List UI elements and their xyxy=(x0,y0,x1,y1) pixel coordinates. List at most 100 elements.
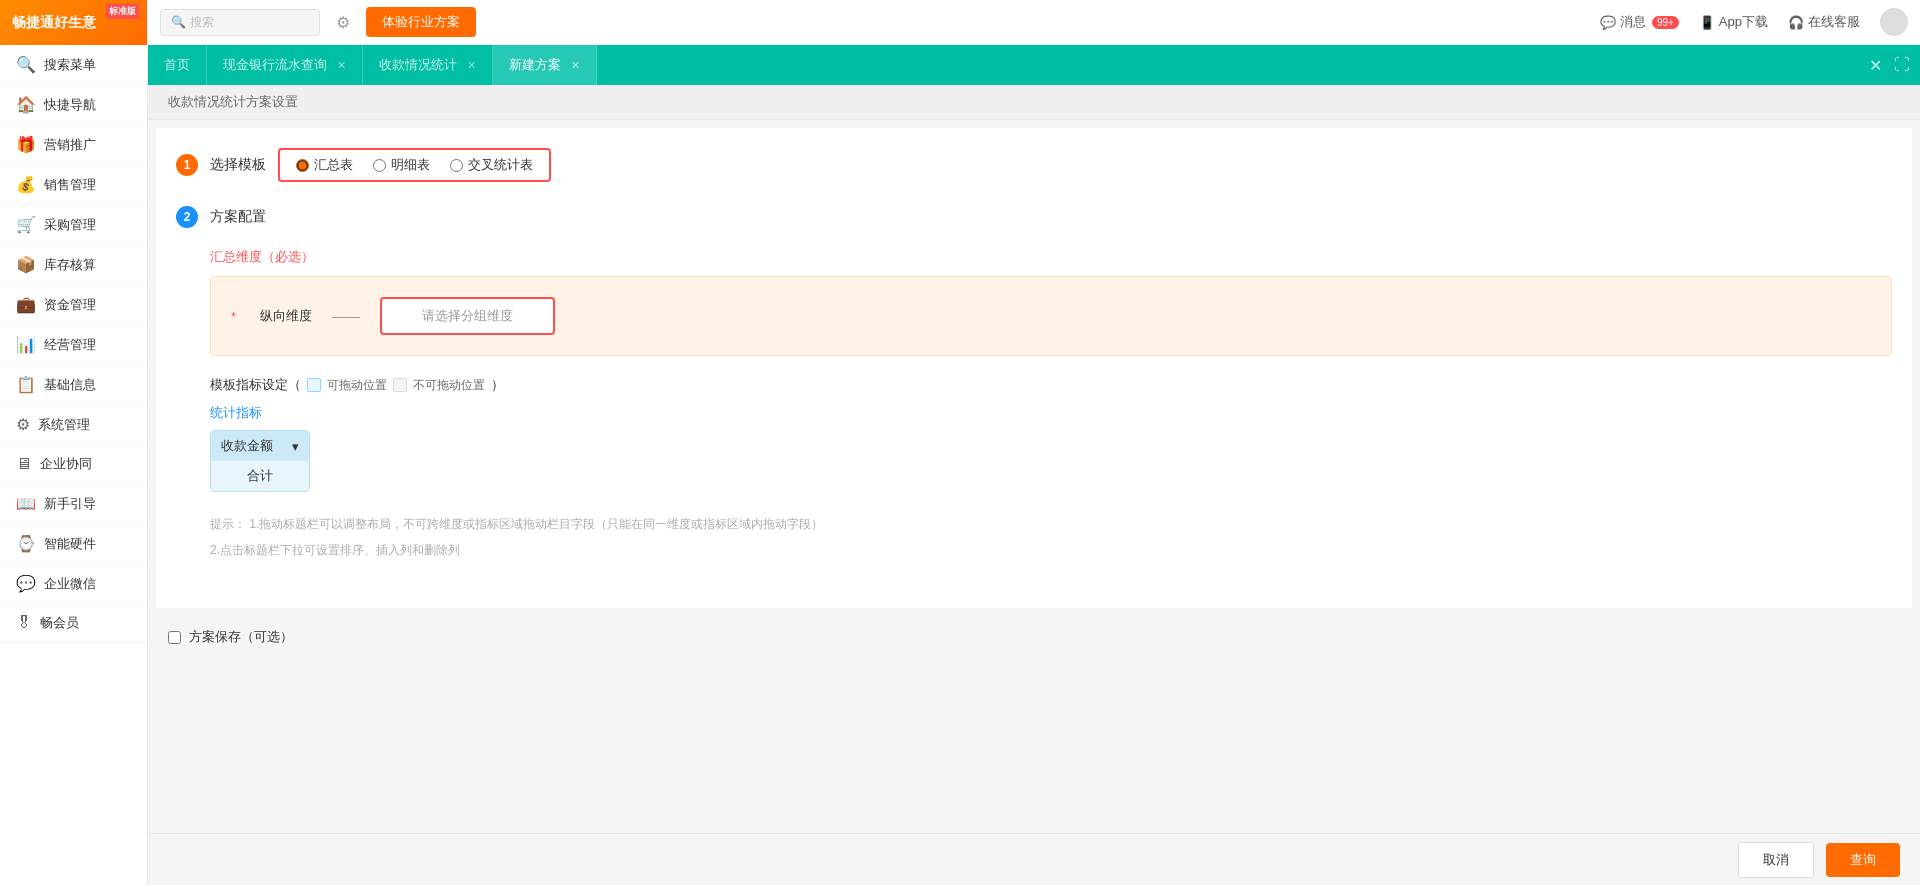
save-row: 方案保存（可选） xyxy=(148,616,1920,658)
sidebar-logo: 畅捷通好生意 标准版 xyxy=(0,0,147,45)
settings-icon[interactable]: ⚙ xyxy=(336,13,350,32)
tab-label-new-plan: 新建方案 xyxy=(509,56,561,74)
tab-home[interactable]: 首页 xyxy=(148,45,207,85)
search-box[interactable]: 🔍 搜索 xyxy=(160,9,320,36)
indicator-card-body: 合计 xyxy=(211,461,309,491)
topbar-right: 💬 消息 99+ 📱 App下载 🎧 在线客服 xyxy=(1600,8,1908,36)
message-label: 消息 xyxy=(1620,13,1646,31)
message-icon: 💬 xyxy=(1600,15,1616,30)
fixed-legend-dot xyxy=(393,378,407,392)
stat-indicators-area: 统计指标 收款金额 ▾ 合计 xyxy=(210,404,1892,492)
topbar: 🔍 搜索 ⚙ 体验行业方案 💬 消息 99+ 📱 App下载 🎧 在线客服 xyxy=(148,0,1920,45)
sidebar-item-label: 营销推广 xyxy=(44,136,96,154)
search-menu-icon: 🔍 xyxy=(16,55,36,74)
sidebar-item-guide[interactable]: 📖新手引导 xyxy=(0,484,147,524)
capital-icon: 💼 xyxy=(16,295,36,314)
maximize-icon[interactable]: ⛶ xyxy=(1894,56,1910,74)
stat-indicators-label: 统计指标 xyxy=(210,404,1892,422)
tab-label-bank-flow: 现金银行流水查询 xyxy=(223,56,327,74)
hint-text: 提示： 1.拖动标题栏可以调整布局，不可跨维度或指标区域拖动栏目字段（只能在同一… xyxy=(210,512,1892,536)
sidebar-item-label: 资金管理 xyxy=(44,296,96,314)
tab-bank-flow[interactable]: 现金银行流水查询 ✕ xyxy=(207,45,363,85)
app-download-btn[interactable]: 📱 App下载 xyxy=(1699,13,1768,31)
wechat-icon: 💬 xyxy=(16,574,36,593)
save-checkbox[interactable] xyxy=(168,631,181,644)
sidebar-item-label: 系统管理 xyxy=(38,416,90,434)
support-icon: 🎧 xyxy=(1788,15,1804,30)
radio-detail[interactable]: 明细表 xyxy=(373,156,430,174)
page-title: 收款情况统计方案设置 xyxy=(148,85,1920,120)
sales-icon: 💰 xyxy=(16,175,36,194)
inventory-icon: 📦 xyxy=(16,255,36,274)
sidebar-item-label: 经营管理 xyxy=(44,336,96,354)
system-icon: ⚙ xyxy=(16,415,30,434)
sidebar-item-purchase[interactable]: 🛒采购管理 xyxy=(0,205,147,245)
indicator-legend-row: 模板指标设定（ 可拖动位置 不可拖动位置 ） xyxy=(210,376,1892,394)
step1-label: 选择模板 xyxy=(210,156,266,174)
tab-new-plan[interactable]: 新建方案 ✕ xyxy=(493,45,597,85)
radio-label-detail: 明细表 xyxy=(391,156,430,174)
sidebar-item-member[interactable]: 🎖畅会员 xyxy=(0,604,147,643)
sidebar-item-label: 销售管理 xyxy=(44,176,96,194)
query-button[interactable]: 查询 xyxy=(1826,843,1900,877)
tab-receipt-stat[interactable]: 收款情况统计 ✕ xyxy=(363,45,493,85)
sidebar-item-label: 智能硬件 xyxy=(44,535,96,553)
user-avatar[interactable] xyxy=(1880,8,1908,36)
smart-hw-icon: ⌚ xyxy=(16,534,36,553)
radio-input-summary[interactable] xyxy=(296,159,309,172)
sidebar-item-label: 快捷导航 xyxy=(44,96,96,114)
radio-label-summary: 汇总表 xyxy=(314,156,353,174)
dimension-select[interactable]: 请选择分组维度 xyxy=(380,297,555,335)
app-label: App下载 xyxy=(1719,13,1768,31)
sidebar-item-label: 企业协同 xyxy=(40,455,92,473)
indicator-name: 收款金额 xyxy=(221,437,273,455)
sidebar-item-inventory[interactable]: 📦 库存核算 xyxy=(0,245,147,285)
industry-btn[interactable]: 体验行业方案 xyxy=(366,7,476,37)
step2-header: 2 方案配置 xyxy=(176,206,266,228)
sidebar-item-wechat[interactable]: 💬企业微信 xyxy=(0,564,147,604)
sidebar-item-basic-info[interactable]: 📋基础信息 xyxy=(0,365,147,405)
tab-close-receipt-stat[interactable]: ✕ xyxy=(467,59,476,72)
quick-nav-icon: 🏠 xyxy=(16,95,36,114)
close-window-icon[interactable]: ✕ xyxy=(1869,56,1882,75)
sidebar-item-search-menu[interactable]: 🔍搜索菜单 xyxy=(0,45,147,85)
cancel-button[interactable]: 取消 xyxy=(1738,842,1814,878)
sidebar-item-marketing[interactable]: 🎁营销推广 xyxy=(0,125,147,165)
content-area: 收款情况统计方案设置 1 选择模板 汇总表明细表交叉统计表 2 方案配置 汇总维… xyxy=(148,85,1920,885)
sidebar-item-system[interactable]: ⚙ 系统管理 xyxy=(0,405,147,445)
member-icon: 🎖 xyxy=(16,614,32,632)
sidebar-item-label: 库存核算 xyxy=(44,256,96,274)
sidebar-item-label: 采购管理 xyxy=(44,216,96,234)
indicator-card-header: 收款金额 ▾ xyxy=(211,431,309,461)
tab-close-bank-flow[interactable]: ✕ xyxy=(337,59,346,72)
sidebar-item-operation[interactable]: 📊经营管理 xyxy=(0,325,147,365)
hint-section: 提示： 1.拖动标题栏可以调整布局，不可跨维度或指标区域拖动栏目字段（只能在同一… xyxy=(210,512,1892,562)
support-btn[interactable]: 🎧 在线客服 xyxy=(1788,13,1860,31)
search-placeholder: 搜索 xyxy=(190,14,214,31)
arrow-icon: —— xyxy=(332,308,360,324)
save-label: 方案保存（可选） xyxy=(189,628,293,646)
tab-close-new-plan[interactable]: ✕ xyxy=(571,59,580,72)
hint-text: 2.点击标题栏下拉可设置排序、插入列和删除列 xyxy=(210,538,1892,562)
logo-text: 畅捷通好生意 xyxy=(12,14,96,32)
sidebar-item-quick-nav[interactable]: 🏠 快捷导航 xyxy=(0,85,147,125)
sidebar-item-capital[interactable]: 💼 资金管理 xyxy=(0,285,147,325)
app-icon: 📱 xyxy=(1699,15,1715,30)
indicator-card: 收款金额 ▾ 合计 xyxy=(210,430,310,492)
movable-legend-label: 可拖动位置 xyxy=(327,377,387,394)
radio-input-detail[interactable] xyxy=(373,159,386,172)
basic-info-icon: 📋 xyxy=(16,375,36,394)
dimension-title: 汇总维度（必选） xyxy=(210,248,1892,266)
radio-input-cross[interactable] xyxy=(450,159,463,172)
tab-label-receipt-stat: 收款情况统计 xyxy=(379,56,457,74)
indicator-chevron-icon[interactable]: ▾ xyxy=(292,439,299,454)
radio-summary[interactable]: 汇总表 xyxy=(296,156,353,174)
messages-btn[interactable]: 💬 消息 99+ xyxy=(1600,13,1679,31)
template-options-box: 汇总表 明细表 交叉统计表 xyxy=(278,148,551,182)
sidebar-item-smart-hw[interactable]: ⌚ 智能硬件 xyxy=(0,524,147,564)
dimension-title-text: 汇总维度（必选） xyxy=(210,249,314,264)
sidebar-item-enterprise[interactable]: 🖥企业协同 xyxy=(0,445,147,484)
movable-legend-dot xyxy=(307,378,321,392)
radio-cross[interactable]: 交叉统计表 xyxy=(450,156,533,174)
sidebar-item-sales[interactable]: 💰 销售管理 xyxy=(0,165,147,205)
